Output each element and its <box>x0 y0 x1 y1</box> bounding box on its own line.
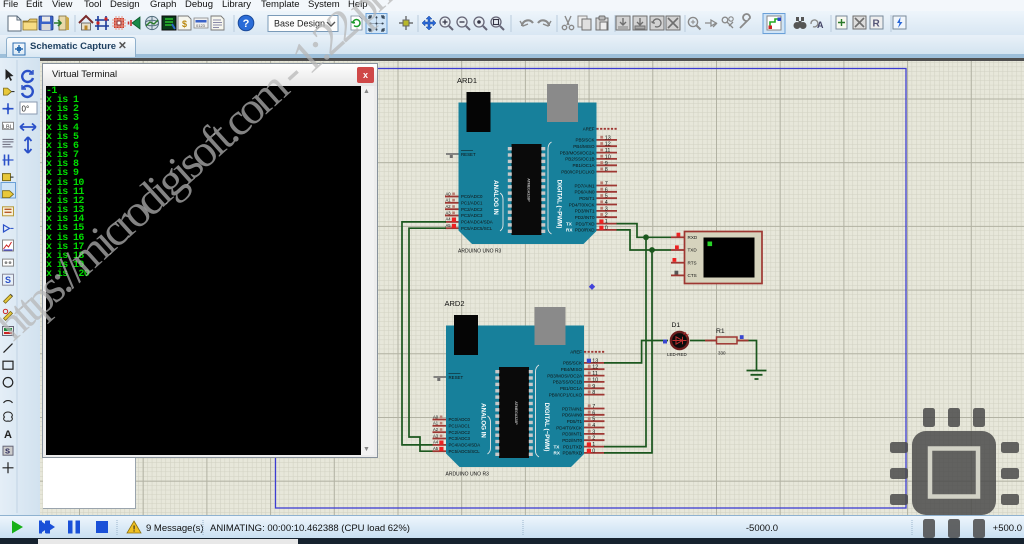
svg-text:RTS: RTS <box>688 260 697 265</box>
svg-text:?: ? <box>243 18 250 30</box>
svg-text:ARD2: ARD2 <box>445 299 465 308</box>
svg-text:ARD1: ARD1 <box>457 76 477 85</box>
svg-text:9 Message(s): 9 Message(s) <box>146 523 204 534</box>
svg-text:$: $ <box>182 19 187 29</box>
svg-text:TXD: TXD <box>688 248 698 253</box>
svg-text:LED-RED: LED-RED <box>667 352 688 357</box>
svg-text:LBL: LBL <box>3 124 13 130</box>
svg-text:RXD: RXD <box>688 235 698 240</box>
svg-text:A: A <box>817 20 824 30</box>
svg-text:0123: 0123 <box>196 23 206 28</box>
svg-text:Base Design: Base Design <box>274 19 325 29</box>
svg-text:-5000.0: -5000.0 <box>746 523 778 534</box>
svg-text:ANIMATING: 00:00:10.462388 (CP: ANIMATING: 00:00:10.462388 (CPU load 62%… <box>210 523 410 534</box>
svg-text:R1: R1 <box>716 328 725 335</box>
svg-text:0°: 0° <box>22 105 30 114</box>
svg-text:S: S <box>5 447 10 456</box>
svg-text:A: A <box>4 429 12 441</box>
svg-text:!: ! <box>133 525 136 534</box>
svg-text:330: 330 <box>718 351 726 356</box>
svg-text:D1: D1 <box>672 322 681 329</box>
svg-text:S: S <box>5 275 11 285</box>
svg-text:CTS: CTS <box>688 273 697 278</box>
svg-text:R: R <box>873 19 881 30</box>
